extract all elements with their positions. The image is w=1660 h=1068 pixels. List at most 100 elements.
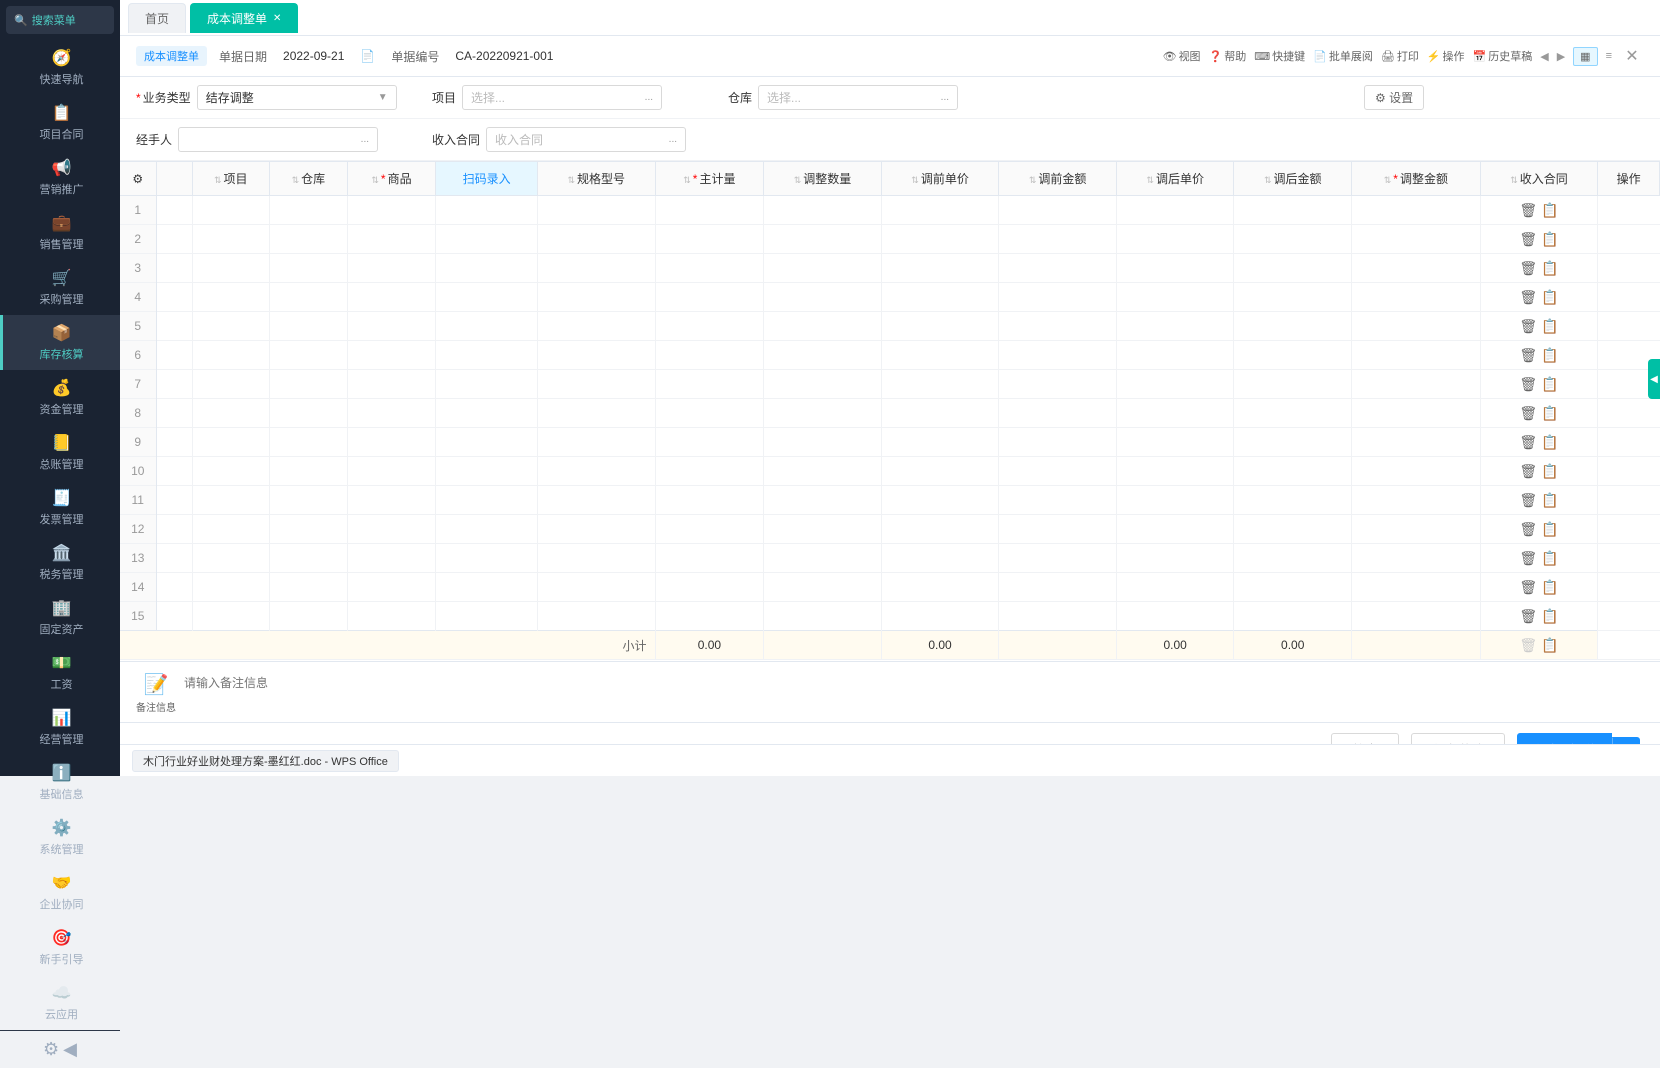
tab-home[interactable]: 首页 [128, 3, 186, 33]
row-project[interactable] [156, 515, 192, 544]
sidebar-item-basic-info[interactable]: ℹ️ 基础信息 [0, 755, 120, 810]
row-project[interactable] [156, 254, 192, 283]
row-scan[interactable] [347, 457, 436, 486]
row-warehouse[interactable] [192, 602, 270, 631]
row-unit[interactable] [537, 370, 655, 399]
agent-select[interactable]: ... [178, 127, 378, 152]
row-income-contract[interactable] [1352, 370, 1481, 399]
row-unit[interactable] [537, 225, 655, 254]
row-copy-icon[interactable]: 📋 [1541, 260, 1558, 277]
row-income-contract[interactable] [1352, 428, 1481, 457]
row-spec[interactable] [436, 399, 538, 428]
row-post-unit-price[interactable] [999, 370, 1117, 399]
row-spec[interactable] [436, 283, 538, 312]
row-pre-amount[interactable] [881, 399, 999, 428]
row-delete-icon[interactable]: 🗑 [1519, 492, 1537, 509]
row-adjust-qty[interactable] [655, 196, 764, 225]
row-copy-icon[interactable]: 📋 [1541, 289, 1558, 306]
row-adjust-qty[interactable] [655, 370, 764, 399]
batch-ops-action[interactable]: 📄批单展阅 [1313, 48, 1373, 64]
row-unit[interactable] [537, 341, 655, 370]
row-post-amount[interactable] [1116, 428, 1234, 457]
row-post-unit-price[interactable] [999, 544, 1117, 573]
th-scan[interactable]: 扫码录入 [436, 162, 538, 196]
row-product[interactable] [270, 283, 348, 312]
row-adjust-qty[interactable] [655, 602, 764, 631]
row-spec[interactable] [436, 196, 538, 225]
row-copy-icon[interactable]: 📋 [1541, 202, 1558, 219]
row-post-unit-price[interactable] [999, 254, 1117, 283]
row-delete-icon[interactable]: 🗑 [1519, 347, 1537, 364]
row-post-amount[interactable] [1116, 457, 1234, 486]
row-post-amount[interactable] [1116, 515, 1234, 544]
settings-icon[interactable]: ⚙ [43, 1039, 59, 1060]
row-income-contract[interactable] [1352, 341, 1481, 370]
row-warehouse[interactable] [192, 515, 270, 544]
row-warehouse[interactable] [192, 341, 270, 370]
sidebar-item-tax[interactable]: 🏛️ 税务管理 [0, 535, 120, 590]
row-scan[interactable] [347, 341, 436, 370]
th-spec[interactable]: ⇅规格型号 [537, 162, 655, 196]
row-scan[interactable] [347, 370, 436, 399]
row-pre-amount[interactable] [881, 544, 999, 573]
row-spec[interactable] [436, 457, 538, 486]
row-pre-unit-price[interactable] [764, 544, 882, 573]
row-warehouse[interactable] [192, 399, 270, 428]
row-post-unit-price[interactable] [999, 428, 1117, 457]
row-post-amount[interactable] [1116, 573, 1234, 602]
sidebar-item-marketing[interactable]: 📢 营销推广 [0, 150, 120, 205]
form-close-button[interactable]: ✕ [1620, 44, 1644, 68]
sidebar-item-fixed-assets[interactable]: 🏢 固定资产 [0, 590, 120, 645]
row-spec[interactable] [436, 428, 538, 457]
row-warehouse[interactable] [192, 573, 270, 602]
row-scan[interactable] [347, 225, 436, 254]
row-spec[interactable] [436, 341, 538, 370]
row-pre-amount[interactable] [881, 515, 999, 544]
row-pre-amount[interactable] [881, 225, 999, 254]
row-spec[interactable] [436, 602, 538, 631]
th-settings[interactable]: ⚙ [120, 162, 156, 196]
th-adjust-amount[interactable]: ⇅*调整金额 [1352, 162, 1481, 196]
row-pre-unit-price[interactable] [764, 225, 882, 254]
row-product[interactable] [270, 428, 348, 457]
row-spec[interactable] [436, 515, 538, 544]
row-income-contract[interactable] [1352, 283, 1481, 312]
tab-cost-adjust[interactable]: 成本调整单 ✕ [190, 3, 298, 33]
row-income-contract[interactable] [1352, 196, 1481, 225]
row-warehouse[interactable] [192, 283, 270, 312]
row-warehouse[interactable] [192, 312, 270, 341]
row-unit[interactable] [537, 196, 655, 225]
sidebar-search[interactable]: 🔍 搜索菜单 [6, 6, 114, 34]
sidebar-item-purchase[interactable]: 🛒 采购管理 [0, 260, 120, 315]
row-scan[interactable] [347, 573, 436, 602]
row-adjust-amount[interactable] [1234, 370, 1352, 399]
sidebar-item-invoice[interactable]: 🧾 发票管理 [0, 480, 120, 535]
row-income-contract[interactable] [1352, 544, 1481, 573]
row-scan[interactable] [347, 602, 436, 631]
row-post-amount[interactable] [1116, 544, 1234, 573]
row-income-contract[interactable] [1352, 602, 1481, 631]
row-pre-unit-price[interactable] [764, 312, 882, 341]
shortcut-action[interactable]: ⌨快捷键 [1254, 48, 1305, 64]
row-project[interactable] [156, 196, 192, 225]
sidebar-item-project-contract[interactable]: 📋 项目合同 [0, 95, 120, 150]
row-adjust-amount[interactable] [1234, 283, 1352, 312]
row-warehouse[interactable] [192, 486, 270, 515]
row-project[interactable] [156, 544, 192, 573]
view-action[interactable]: 👁视图 [1163, 48, 1201, 64]
row-copy-icon[interactable]: 📋 [1541, 608, 1558, 625]
row-pre-unit-price[interactable] [764, 486, 882, 515]
nav-prev-icon[interactable]: ◀ [1540, 50, 1548, 63]
row-project[interactable] [156, 399, 192, 428]
settings-button[interactable]: ⚙ 设置 [1364, 85, 1424, 110]
row-product[interactable] [270, 602, 348, 631]
row-post-amount[interactable] [1116, 225, 1234, 254]
row-unit[interactable] [537, 428, 655, 457]
sidebar-item-sales[interactable]: 💼 销售管理 [0, 205, 120, 260]
row-copy-icon[interactable]: 📋 [1541, 405, 1558, 422]
th-post-unit-price[interactable]: ⇅调后单价 [1116, 162, 1234, 196]
row-pre-amount[interactable] [881, 573, 999, 602]
row-adjust-qty[interactable] [655, 515, 764, 544]
row-pre-amount[interactable] [881, 457, 999, 486]
th-unit[interactable]: ⇅*主计量 [655, 162, 764, 196]
